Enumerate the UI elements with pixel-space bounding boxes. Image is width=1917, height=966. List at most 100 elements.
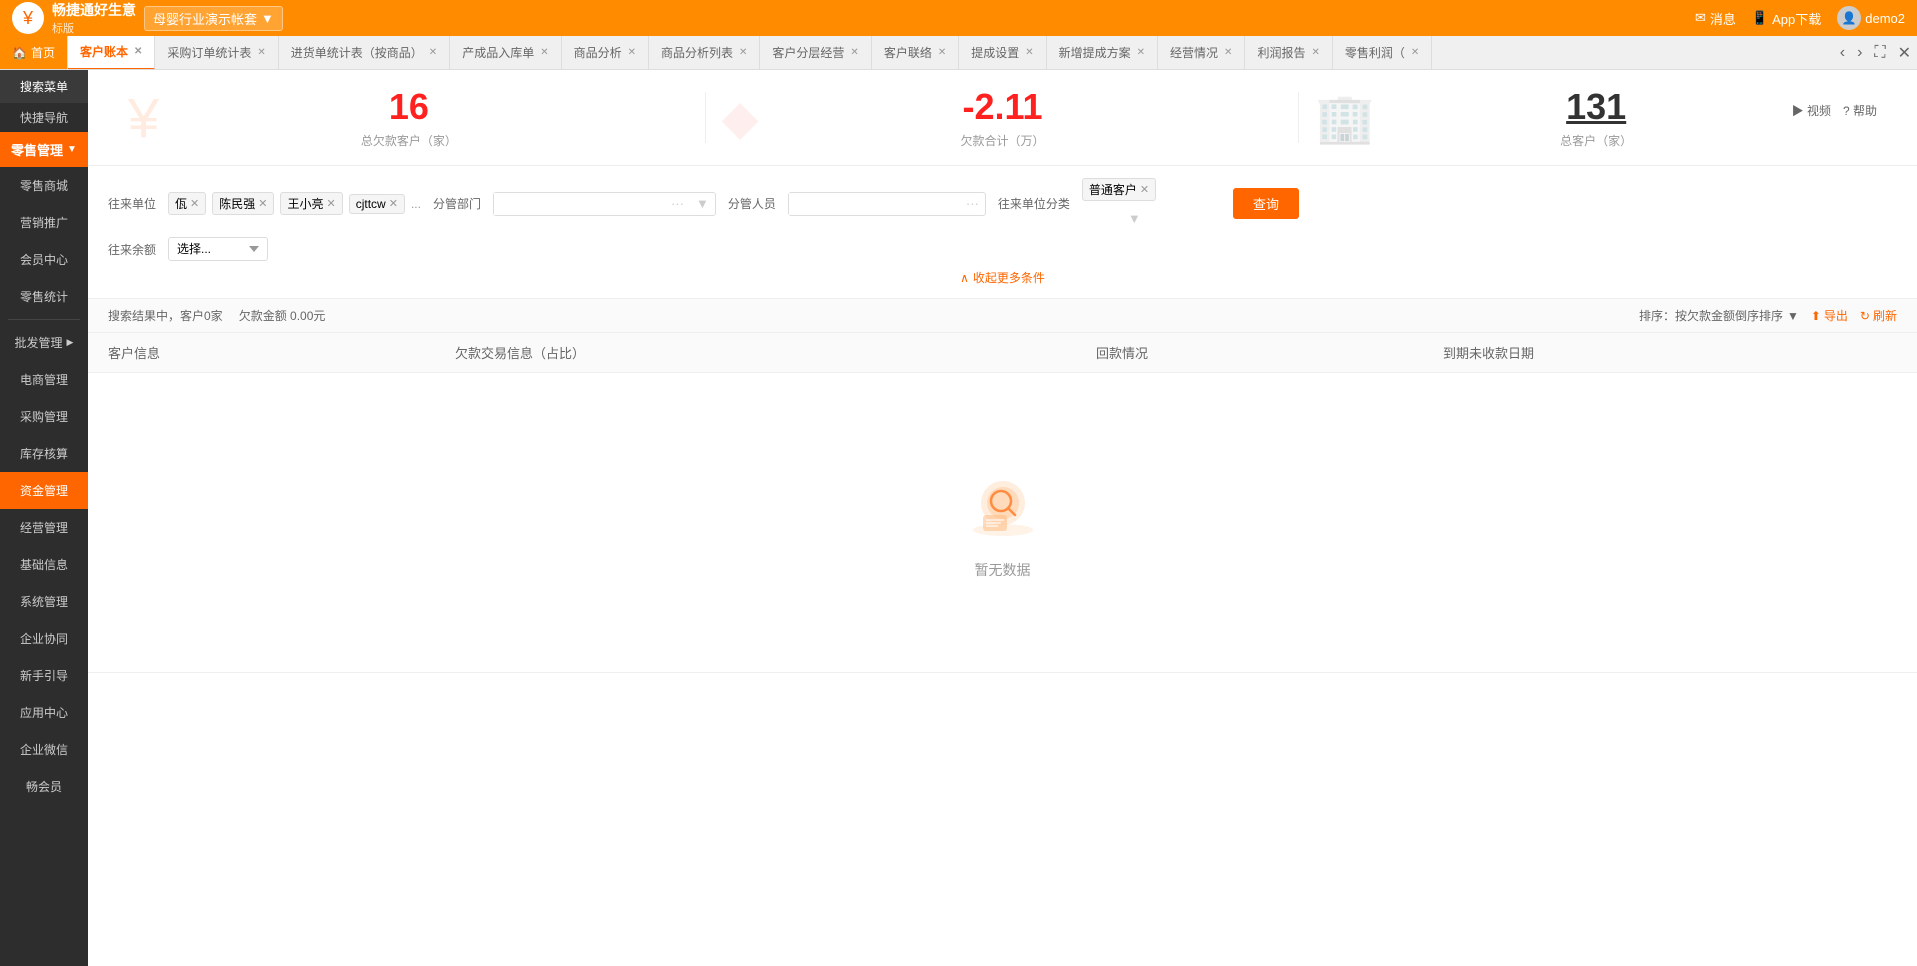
sidebar-search[interactable]: 搜索菜单: [0, 70, 88, 103]
filter-tags: 佤 ✕ 陈民强 ✕ 王小亮 ✕ cjttcw ✕ ...: [168, 192, 421, 215]
tab-customer-contact-close[interactable]: ✕: [938, 47, 946, 58]
filter-tag-1[interactable]: 佤 ✕: [168, 192, 206, 215]
tab-product-inbound[interactable]: 产成品入库单 ✕: [450, 36, 561, 70]
tab-product-inbound-close[interactable]: ✕: [540, 47, 548, 58]
sidebar-item-finance[interactable]: 资金管理: [0, 472, 88, 509]
filter-tag-2[interactable]: 陈民强 ✕: [212, 192, 274, 215]
top-bar: ¥ 畅捷通好生意 标版 母婴行业演示帐套 ▼ ✉ 消息 📱 App下载 👤 de…: [0, 0, 1917, 36]
collapse-button[interactable]: ∧ 收起更多条件: [108, 269, 1897, 286]
filter-person-field[interactable]: [789, 193, 960, 215]
tab-customer-contact[interactable]: 客户联络 ✕: [872, 36, 959, 70]
tab-purchase-order-stats-close[interactable]: ✕: [257, 47, 265, 58]
tab-retail-profit-label: 零售利润（: [1345, 44, 1405, 61]
username: demo2: [1865, 11, 1905, 26]
filter-unit-class-close[interactable]: ✕: [1140, 183, 1149, 196]
stat-value-amount: -2.11: [962, 86, 1042, 128]
filter-unit-class-tags: 普通客户 ✕ ▼: [1082, 178, 1221, 229]
sidebar-item-ecommerce[interactable]: 电商管理: [0, 361, 88, 398]
empty-text: 暂无数据: [128, 560, 1877, 580]
app-download-btn[interactable]: 📱 App下载: [1752, 9, 1821, 28]
tab-expand-btn[interactable]: ⛶: [1868, 44, 1891, 62]
sidebar-item-retail-stats[interactable]: 零售统计: [0, 278, 88, 315]
sidebar-item-enterprise-agreement[interactable]: 企业协同: [0, 620, 88, 657]
filter-tag-3[interactable]: 王小亮 ✕: [280, 192, 342, 215]
stats-header: ¥ 16 总欠款客户（家） ◆ -2.11 欠款合计（万） 🏢 131 总客户（…: [88, 70, 1917, 166]
sidebar-item-enterprise-wechat[interactable]: 企业微信: [0, 731, 88, 768]
help-btn[interactable]: ? 帮助: [1843, 102, 1877, 119]
tab-new-tip-plan-close[interactable]: ✕: [1137, 47, 1145, 58]
sidebar-item-inventory-label: 库存核算: [20, 447, 68, 461]
tab-customer-ledger-close[interactable]: ✕: [134, 46, 142, 57]
filter-dept-field[interactable]: [494, 193, 665, 215]
logo-icon: ¥: [12, 2, 44, 34]
sidebar-item-retail-stats-label: 零售统计: [20, 290, 68, 304]
empty-state: 暂无数据: [108, 385, 1897, 660]
tab-customer-segment[interactable]: 客户分层经营 ✕: [760, 36, 871, 70]
user-avatar-area[interactable]: 👤 demo2: [1837, 6, 1905, 30]
sidebar-item-inventory[interactable]: 库存核算: [0, 435, 88, 472]
tab-tip-settings-close[interactable]: ✕: [1025, 47, 1033, 58]
results-amount: 欠款金额 0.00元: [239, 307, 326, 324]
sidebar-item-purchase[interactable]: 采购管理: [0, 398, 88, 435]
sidebar-item-marketing[interactable]: 营销推广: [0, 204, 88, 241]
filter-tag-4[interactable]: cjttcw ✕: [349, 194, 405, 214]
tab-next-btn[interactable]: ›: [1851, 44, 1868, 62]
tab-new-tip-plan[interactable]: 新增提成方案 ✕: [1047, 36, 1158, 70]
tab-retail-profit[interactable]: 零售利润（ ✕: [1333, 36, 1432, 70]
filter-more-tags[interactable]: ...: [411, 197, 421, 211]
filter-tag-3-close[interactable]: ✕: [327, 197, 336, 210]
sidebar-item-operations-mgmt[interactable]: 经营管理: [0, 509, 88, 546]
sidebar-item-wholesale[interactable]: 批发管理 ▶: [0, 324, 88, 361]
account-dropdown[interactable]: 母婴行业演示帐套 ▼: [144, 6, 283, 31]
filter-person-input[interactable]: ···: [788, 192, 986, 216]
tab-product-analysis-list-close[interactable]: ✕: [739, 47, 747, 58]
stat-value-customers: 16: [389, 86, 429, 128]
tab-product-analysis[interactable]: 商品分析 ✕: [562, 36, 649, 70]
tab-customer-ledger[interactable]: 客户账本 ✕: [68, 36, 155, 70]
avatar: 👤: [1837, 6, 1861, 30]
stat-block-total: 🏢 131 总客户（家） ▶ 视频 ? 帮助: [1299, 86, 1893, 149]
tab-product-analysis-list[interactable]: 商品分析列表 ✕: [649, 36, 760, 70]
filter-dept-input[interactable]: ··· ▼: [493, 192, 716, 216]
tab-customer-segment-close[interactable]: ✕: [850, 47, 858, 58]
export-btn[interactable]: ⬆ 导出: [1811, 307, 1848, 324]
tab-incoming-stats-close[interactable]: ✕: [429, 47, 437, 58]
filter-tag-4-close[interactable]: ✕: [389, 197, 398, 210]
sidebar-item-basic-info[interactable]: 基础信息: [0, 546, 88, 583]
col-repayment: 回款情况: [1076, 333, 1423, 373]
tab-purchase-order-stats[interactable]: 采购订单统计表 ✕: [155, 36, 278, 70]
tab-retail-profit-close[interactable]: ✕: [1411, 47, 1419, 58]
sidebar-item-retail-mall[interactable]: 零售商城: [0, 167, 88, 204]
tab-profit-report-close[interactable]: ✕: [1311, 47, 1319, 58]
tab-incoming-stats[interactable]: 进货单统计表（按商品） ✕: [279, 36, 450, 70]
tab-close-all-btn[interactable]: ✕: [1892, 43, 1917, 63]
table-body: 暂无数据: [88, 373, 1917, 673]
filter-tag-1-close[interactable]: ✕: [190, 197, 199, 210]
query-button[interactable]: 查询: [1233, 188, 1299, 219]
tab-product-analysis-close[interactable]: ✕: [628, 47, 636, 58]
tab-home[interactable]: 🏠 首页: [0, 36, 68, 70]
message-btn[interactable]: ✉ 消息: [1695, 9, 1736, 28]
filter-remainder-select[interactable]: 选择...: [168, 237, 268, 261]
tab-operations[interactable]: 经营情况 ✕: [1158, 36, 1245, 70]
sidebar-quick-nav[interactable]: 快捷导航: [0, 103, 88, 132]
filter-tag-2-close[interactable]: ✕: [258, 197, 267, 210]
top-bar-left: ¥ 畅捷通好生意 标版 母婴行业演示帐套 ▼: [12, 0, 283, 36]
tab-profit-report[interactable]: 利润报告 ✕: [1245, 36, 1332, 70]
tab-tip-settings[interactable]: 提成设置 ✕: [959, 36, 1046, 70]
sort-dropdown[interactable]: 排序：按欠款金额倒序排序 ▼: [1639, 307, 1799, 324]
phone-icon: 📱: [1752, 10, 1768, 26]
sidebar-item-member-plus[interactable]: 畅会员: [0, 768, 88, 805]
filter-unit-class-tag[interactable]: 普通客户 ✕: [1082, 178, 1156, 201]
sidebar-item-members[interactable]: 会员中心: [0, 241, 88, 278]
sidebar-item-system[interactable]: 系统管理: [0, 583, 88, 620]
sidebar-item-app-center[interactable]: 应用中心: [0, 694, 88, 731]
stat-value-total: 131: [1566, 86, 1626, 128]
sidebar-section-retail[interactable]: 零售管理 ▼: [0, 132, 88, 167]
tab-operations-close[interactable]: ✕: [1224, 47, 1232, 58]
refresh-btn[interactable]: ↻ 刷新: [1860, 307, 1897, 324]
video-btn[interactable]: ▶ 视频: [1792, 102, 1831, 119]
tab-prev-btn[interactable]: ‹: [1834, 44, 1851, 62]
filter-tag-1-label: 佤: [175, 195, 187, 212]
sidebar-item-newbie[interactable]: 新手引导: [0, 657, 88, 694]
